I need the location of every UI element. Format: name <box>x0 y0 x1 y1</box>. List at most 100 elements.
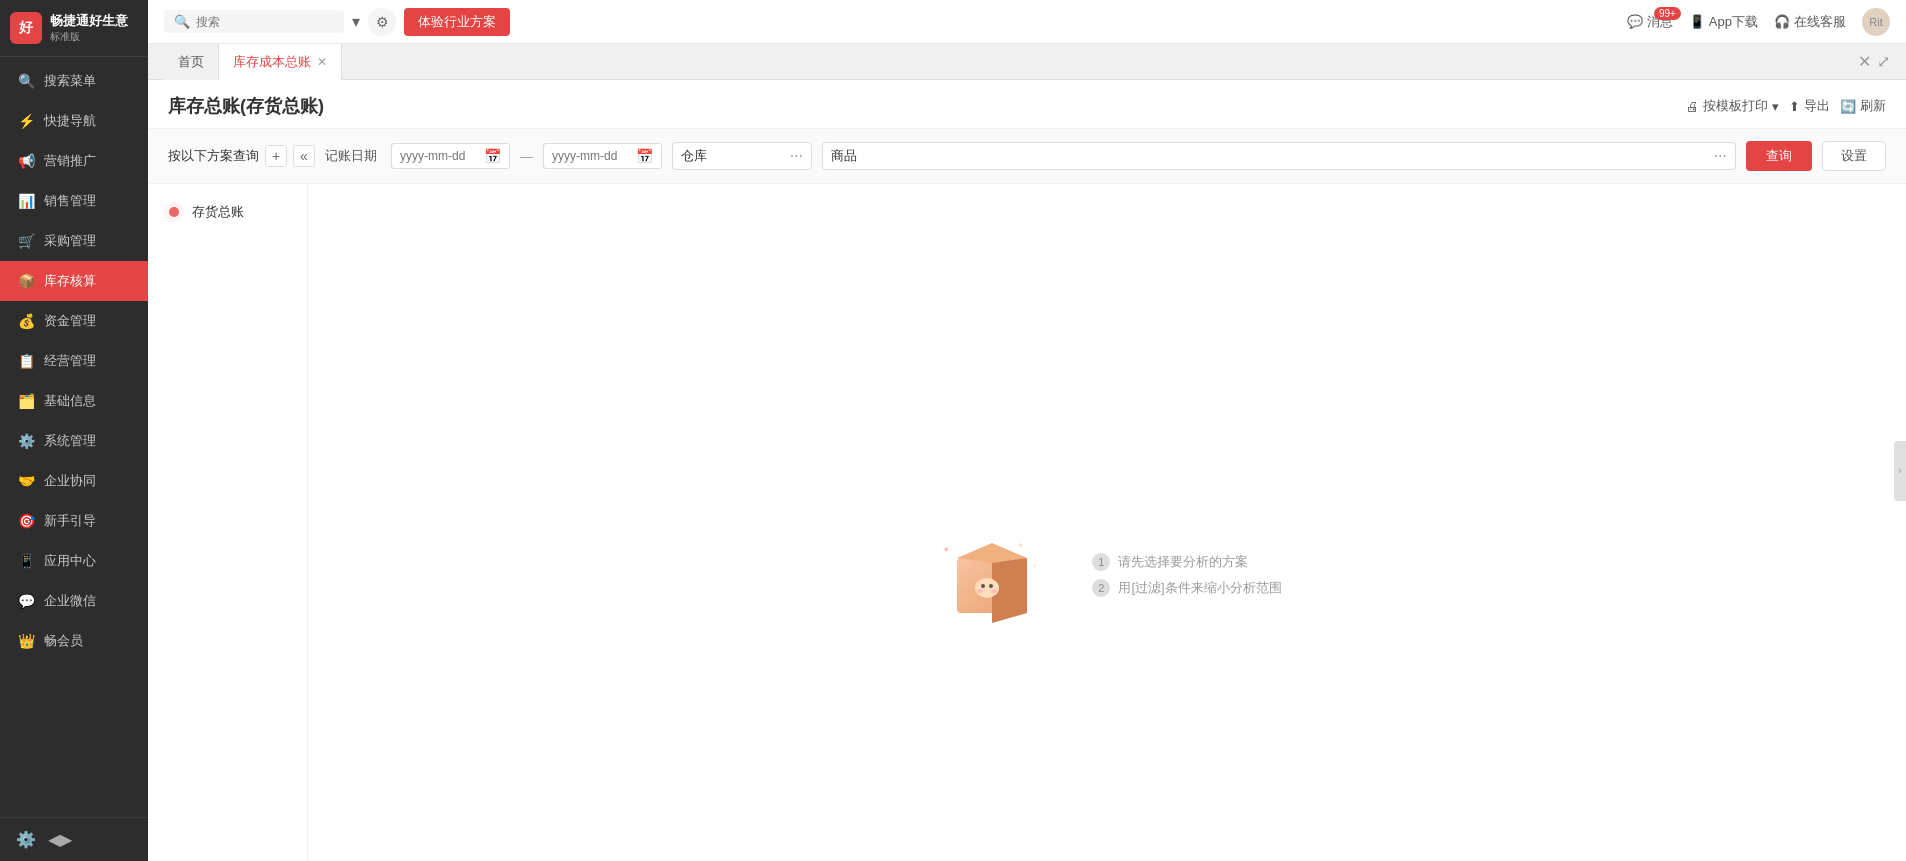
sidebar: 好 畅捷通好生意 标准版 🔍 搜索菜单 ⚡ 快捷导航 📢 营销推广 📊 销售管理… <box>0 0 148 861</box>
filter-date-start[interactable]: 📅 <box>391 143 510 169</box>
tab-home-label: 首页 <box>178 53 204 71</box>
sidebar-item-marketing[interactable]: 📢 营销推广 <box>0 141 148 181</box>
export-button[interactable]: ⬆ 导出 <box>1789 97 1830 115</box>
sidebar-item-label: 企业协同 <box>44 472 96 490</box>
empty-illustration: ✦ ✦ ✦ <box>932 513 1052 636</box>
topbar-search-box[interactable]: 🔍 <box>164 10 344 33</box>
sidebar-item-search[interactable]: 🔍 搜索菜单 <box>0 61 148 101</box>
lightning-icon: ⚡ <box>16 111 36 131</box>
svg-point-5 <box>981 584 985 588</box>
sidebar-item-basic[interactable]: 🗂️ 基础信息 <box>0 381 148 421</box>
svg-point-8 <box>991 589 997 593</box>
message-icon: 💬 <box>1627 14 1643 29</box>
tab-expand-button[interactable]: ⤢ <box>1877 52 1890 71</box>
sidebar-item-label: 资金管理 <box>44 312 96 330</box>
sidebar-item-member[interactable]: 👑 畅会员 <box>0 621 148 661</box>
user-avatar[interactable]: Rit <box>1862 8 1890 36</box>
megaphone-icon: 📢 <box>16 151 36 171</box>
handshake-icon: 🤝 <box>16 471 36 491</box>
filter-date-end[interactable]: 📅 <box>543 143 662 169</box>
sidebar-item-label: 系统管理 <box>44 432 96 450</box>
filter-warehouse[interactable]: 仓库 ··· <box>672 142 812 170</box>
logo-icon: 好 <box>10 12 42 44</box>
folder-icon: 🗂️ <box>16 391 36 411</box>
right-panel-toggle[interactable]: › <box>1894 441 1906 501</box>
warehouse-more-icon: ··· <box>790 147 803 165</box>
svg-point-4 <box>975 578 999 598</box>
svg-point-6 <box>989 584 993 588</box>
topbar-dropdown-button[interactable]: ▾ <box>352 12 360 31</box>
svg-point-7 <box>977 589 983 593</box>
sidebar-item-apps[interactable]: 📱 应用中心 <box>0 541 148 581</box>
sidebar-item-label: 销售管理 <box>44 192 96 210</box>
refresh-button[interactable]: 🔄 刷新 <box>1840 97 1886 115</box>
tabs-bar: 首页 库存成本总账 ✕ ✕ ⤢ <box>148 44 1906 80</box>
empty-tips: 1 请先选择要分析的方案 2 用[过滤]条件来缩小分析范围 <box>1092 553 1281 597</box>
left-scheme-panel: 存货总账 <box>148 184 308 861</box>
refresh-icon: 🔄 <box>1840 99 1856 114</box>
sidebar-item-newbie[interactable]: 🎯 新手引导 <box>0 501 148 541</box>
scheme-item-inventory-ledger[interactable]: 存货总账 <box>148 194 307 230</box>
sidebar-item-system[interactable]: ⚙️ 系统管理 <box>0 421 148 461</box>
app-download-button[interactable]: 📱 App下载 <box>1689 13 1758 31</box>
settings-footer-icon[interactable]: ⚙️ <box>16 830 36 849</box>
money-icon: 💰 <box>16 311 36 331</box>
online-service-button[interactable]: 🎧 在线客服 <box>1774 13 1846 31</box>
sidebar-item-label: 企业微信 <box>44 592 96 610</box>
date-end-input[interactable] <box>552 149 632 163</box>
toggle-icon: › <box>1898 465 1901 476</box>
scheme-item-icon <box>164 202 184 222</box>
sidebar-item-label: 畅会员 <box>44 632 83 650</box>
date-filter-label: 记账日期 <box>325 147 377 165</box>
topbar-right: 💬 消息 99+ 📱 App下载 🎧 在线客服 Rit <box>1627 8 1890 36</box>
filter-collapse-button[interactable]: « <box>293 145 315 167</box>
sidebar-logo: 好 畅捷通好生意 标准版 <box>0 0 148 57</box>
tip-text-1: 请先选择要分析的方案 <box>1118 553 1248 571</box>
crown-icon: 👑 <box>16 631 36 651</box>
sidebar-item-wechat[interactable]: 💬 企业微信 <box>0 581 148 621</box>
chat-icon: 💬 <box>16 591 36 611</box>
svg-text:✦: ✦ <box>1017 541 1024 550</box>
cart-icon: 🛒 <box>16 231 36 251</box>
filter-row: 按以下方案查询 + « 记账日期 📅 — 📅 仓库 ··· <box>168 141 1886 171</box>
filter-settings-button[interactable]: 设置 <box>1822 141 1886 171</box>
tab-inventory-cost[interactable]: 库存成本总账 ✕ <box>219 44 342 80</box>
goods-label: 商品 <box>831 147 1710 165</box>
phone-icon: 📱 <box>1689 14 1705 29</box>
sidebar-item-sales[interactable]: 📊 销售管理 <box>0 181 148 221</box>
empty-tip-1: 1 请先选择要分析的方案 <box>1092 553 1281 571</box>
svg-text:✦: ✦ <box>942 544 950 555</box>
content-with-panel: 存货总账 <box>148 184 1906 861</box>
topbar-search-input[interactable] <box>196 15 334 29</box>
app-download-label: App下载 <box>1709 13 1758 31</box>
tab-close-all-button[interactable]: ✕ <box>1858 52 1871 71</box>
sidebar-item-purchase[interactable]: 🛒 采购管理 <box>0 221 148 261</box>
logo-text: 畅捷通好生意 标准版 <box>50 13 128 43</box>
content-area: 库存总账(存货总账) 🖨 按模板打印 ▾ ⬆ 导出 🔄 刷新 <box>148 80 1906 861</box>
sidebar-footer: ⚙️ ◀▶ <box>0 817 148 861</box>
sidebar-item-label: 经营管理 <box>44 352 96 370</box>
online-service-label: 在线客服 <box>1794 13 1846 31</box>
page-actions: 🖨 按模板打印 ▾ ⬆ 导出 🔄 刷新 <box>1686 97 1886 115</box>
topbar-settings-button[interactable]: ⚙ <box>368 8 396 36</box>
sidebar-nav: 🔍 搜索菜单 ⚡ 快捷导航 📢 营销推广 📊 销售管理 🛒 采购管理 📦 库存核… <box>0 57 148 817</box>
industry-solution-button[interactable]: 体验行业方案 <box>404 8 510 36</box>
tab-home[interactable]: 首页 <box>164 44 219 80</box>
filter-goods[interactable]: 商品 ··· <box>822 142 1736 170</box>
sidebar-item-finance[interactable]: 💰 资金管理 <box>0 301 148 341</box>
query-button[interactable]: 查询 <box>1746 141 1812 171</box>
sidebar-item-inventory[interactable]: 📦 库存核算 <box>0 261 148 301</box>
print-template-button[interactable]: 🖨 按模板打印 ▾ <box>1686 97 1779 115</box>
tab-close-button[interactable]: ✕ <box>317 55 327 69</box>
search-icon: 🔍 <box>16 71 36 91</box>
message-button[interactable]: 💬 消息 99+ <box>1627 13 1673 31</box>
sidebar-item-shortcut[interactable]: ⚡ 快捷导航 <box>0 101 148 141</box>
topbar: 🔍 ▾ ⚙ 体验行业方案 💬 消息 99+ 📱 App下载 🎧 在线客服 Rit <box>148 0 1906 44</box>
filter-add-button[interactable]: + <box>265 145 287 167</box>
date-start-input[interactable] <box>400 149 480 163</box>
sidebar-item-company[interactable]: 🤝 企业协同 <box>0 461 148 501</box>
sidebar-item-operation[interactable]: 📋 经营管理 <box>0 341 148 381</box>
message-badge: 99+ <box>1654 7 1681 20</box>
collapse-icon[interactable]: ◀▶ <box>48 830 72 849</box>
chevron-down-icon: ▾ <box>1772 99 1779 114</box>
